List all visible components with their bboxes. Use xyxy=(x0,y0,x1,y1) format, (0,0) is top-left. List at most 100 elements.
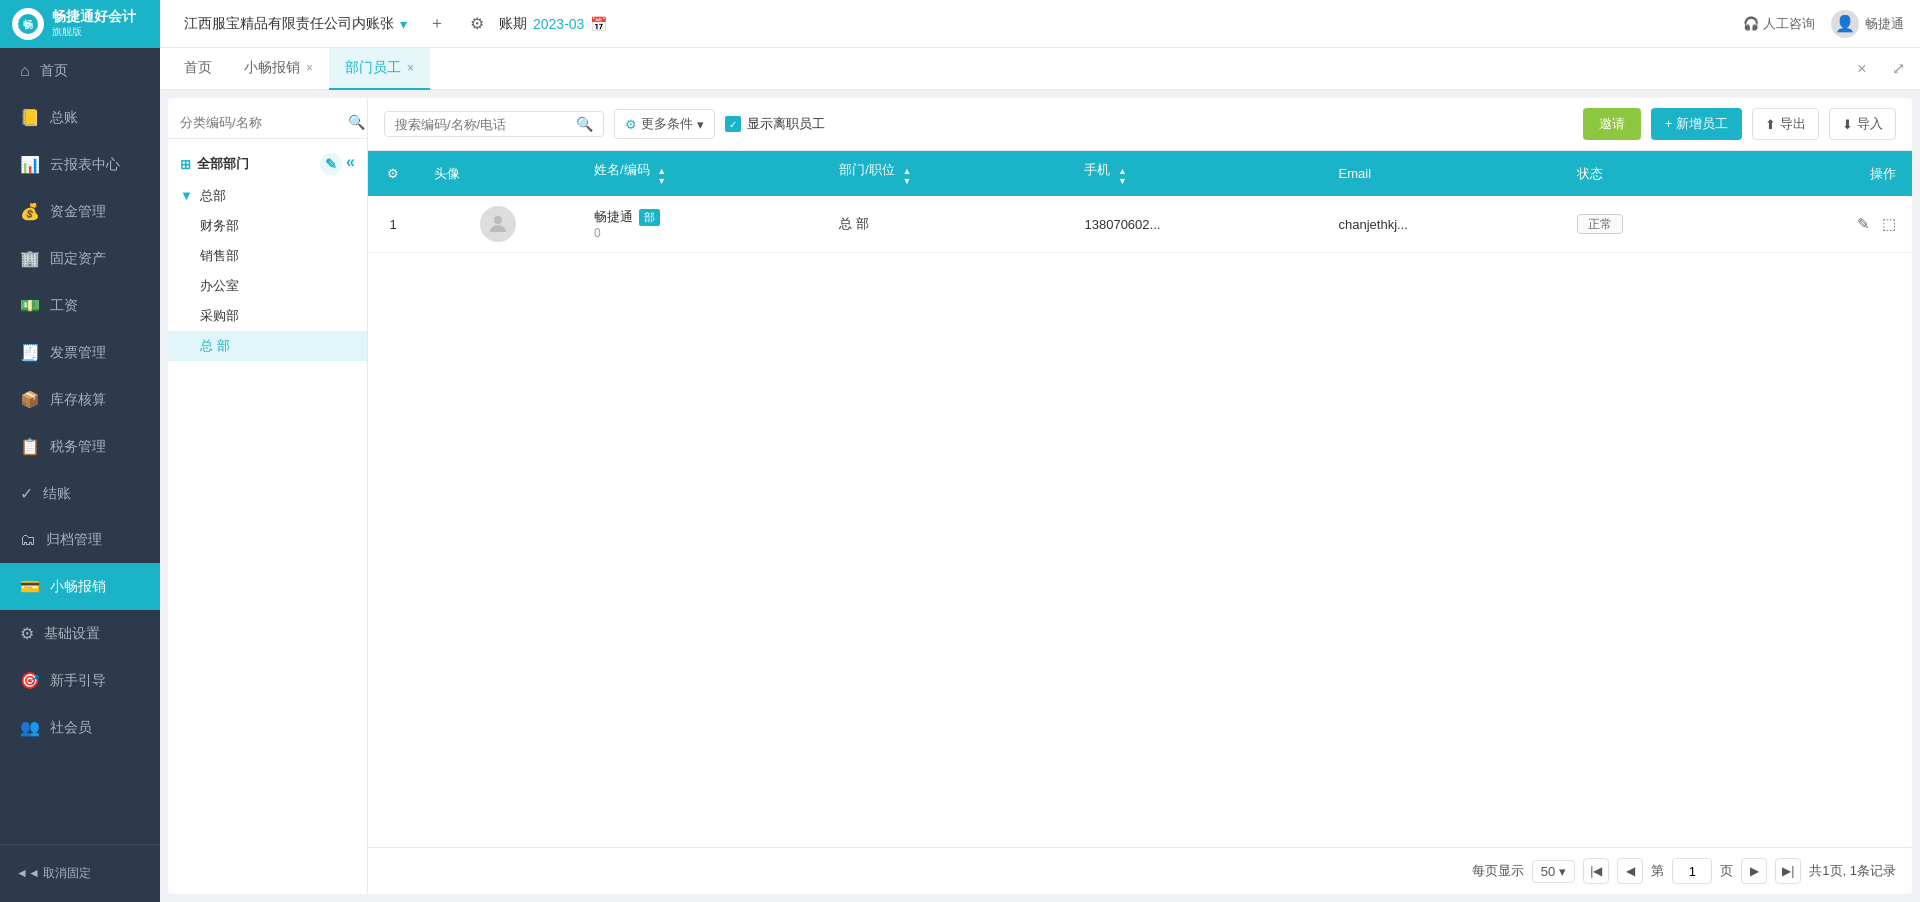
first-page-button[interactable]: |◀ xyxy=(1583,858,1609,884)
main-layout: ⌂ 首页 📒 总账 📊 云报表中心 💰 资金管理 🏢 固定资产 💵 工资 🧾 发… xyxy=(0,48,1920,902)
customer-service-button[interactable]: 🎧 人工咨询 xyxy=(1743,15,1815,33)
dept-type-badge: 部 xyxy=(639,209,660,226)
search-icon[interactable]: 🔍 xyxy=(576,116,593,132)
row-phone: 138070602... xyxy=(1068,196,1322,253)
sort-dept-icon: ▲▼ xyxy=(903,166,912,186)
export-button[interactable]: ⬆ 导出 xyxy=(1752,108,1819,140)
col-phone[interactable]: 手机 ▲▼ xyxy=(1068,151,1322,196)
tab-bar: 首页 小畅报销 × 部门员工 × × ⤢ xyxy=(160,48,1920,90)
name-badge: 畅捷通 部 xyxy=(594,208,807,226)
expand-arrow-icon: ▼ xyxy=(180,188,193,203)
invoice-icon: 🧾 xyxy=(20,343,40,362)
svg-text:畅: 畅 xyxy=(23,19,33,30)
content-area: 首页 小畅报销 × 部门员工 × × ⤢ 🔍 xyxy=(160,48,1920,902)
sidebar-item-guide[interactable]: 🎯 新手引导 xyxy=(0,657,160,704)
dept-node-sales[interactable]: 销售部 xyxy=(168,241,367,271)
period-info: 账期 2023-03 📅 xyxy=(499,15,607,33)
sort-name-icon: ▲▼ xyxy=(657,166,666,186)
page-label: 第 xyxy=(1651,862,1664,880)
settings-icon[interactable]: ⚙ xyxy=(463,10,491,38)
sidebar-item-ledger[interactable]: 📒 总账 xyxy=(0,94,160,141)
edit-dept-icon[interactable]: ✎ xyxy=(320,153,342,175)
expand-button[interactable]: ⤢ xyxy=(1884,55,1912,83)
logout-button[interactable]: ⬚ xyxy=(1882,215,1896,233)
search-box: 🔍 xyxy=(384,111,604,137)
dept-search-input[interactable] xyxy=(180,115,348,130)
dept-node-hq[interactable]: ▼ 总部 xyxy=(168,181,367,211)
tab-expense-close[interactable]: × xyxy=(306,61,313,75)
dept-node-general[interactable]: 总 部 xyxy=(168,331,367,361)
sidebar-item-social[interactable]: 👥 社会员 xyxy=(0,704,160,751)
unpin-button[interactable]: ◄◄ 取消固定 xyxy=(0,857,160,890)
sidebar-item-close[interactable]: ✓ 结账 xyxy=(0,470,160,517)
sidebar-label-social: 社会员 xyxy=(50,719,92,737)
dept-node-purchase[interactable]: 采购部 xyxy=(168,301,367,331)
show-resigned-checkbox[interactable]: ✓ xyxy=(725,116,741,132)
expense-icon: 💳 xyxy=(20,577,40,596)
add-button[interactable]: ＋ xyxy=(423,10,451,38)
dept-search-icon[interactable]: 🔍 xyxy=(348,114,365,130)
tab-expense[interactable]: 小畅报销 × xyxy=(228,48,329,90)
dept-node-finance[interactable]: 财务部 xyxy=(168,211,367,241)
col-dept-pos[interactable]: 部门/职位 ▲▼ xyxy=(823,151,1068,196)
sidebar-item-archive[interactable]: 🗂 归档管理 xyxy=(0,517,160,563)
col-name-code[interactable]: 姓名/编码 ▲▼ xyxy=(578,151,823,196)
sidebar-label-funds: 资金管理 xyxy=(50,203,106,221)
sidebar-label-inventory: 库存核算 xyxy=(50,391,106,409)
tab-home[interactable]: 首页 xyxy=(168,48,228,90)
employees-table: ⚙ 头像 姓名/编码 ▲▼ 部门/职位 xyxy=(368,151,1912,253)
edit-button[interactable]: ✎ xyxy=(1857,215,1870,233)
emp-table: ⚙ 头像 姓名/编码 ▲▼ 部门/职位 xyxy=(368,151,1912,847)
header-actions: ＋ ⚙ xyxy=(423,10,491,38)
sidebar-item-assets[interactable]: 🏢 固定资产 xyxy=(0,235,160,282)
prev-page-button[interactable]: ◀ xyxy=(1617,858,1643,884)
filter-button[interactable]: ⚙ 更多条件 ▾ xyxy=(614,109,715,139)
action-buttons: ✎ ⬚ xyxy=(1761,215,1896,233)
sidebar-label-close: 结账 xyxy=(43,485,71,503)
search-input[interactable] xyxy=(395,117,570,132)
per-page-select[interactable]: 50 ▾ xyxy=(1532,860,1575,883)
calendar-icon[interactable]: 📅 xyxy=(590,16,607,32)
tab-dept-employee[interactable]: 部门员工 × xyxy=(329,48,430,90)
payroll-icon: 💵 xyxy=(20,296,40,315)
sidebar-item-reports[interactable]: 📊 云报表中心 xyxy=(0,141,160,188)
col-action: 操作 xyxy=(1745,151,1912,196)
tab-dept-employee-close[interactable]: × xyxy=(407,61,414,75)
dept-node-office[interactable]: 办公室 xyxy=(168,271,367,301)
sidebar-item-payroll[interactable]: 💵 工资 xyxy=(0,282,160,329)
import-button[interactable]: ⬇ 导入 xyxy=(1829,108,1896,140)
last-page-button[interactable]: ▶| xyxy=(1775,858,1801,884)
invite-button[interactable]: 邀请 xyxy=(1583,108,1641,140)
col-settings[interactable]: ⚙ xyxy=(368,151,418,196)
chevron-down-icon: ▾ xyxy=(400,16,407,32)
close-period-icon: ✓ xyxy=(20,484,33,503)
sidebar-item-funds[interactable]: 💰 资金管理 xyxy=(0,188,160,235)
user-info[interactable]: 👤 畅捷通 xyxy=(1831,10,1904,38)
next-page-button[interactable]: ▶ xyxy=(1741,858,1767,884)
dept-tree-header: ⊞ 全部部门 ✎ « xyxy=(168,147,367,181)
add-employee-button[interactable]: + 新增员工 xyxy=(1651,108,1742,140)
sidebar-item-basic[interactable]: ⚙ 基础设置 xyxy=(0,610,160,657)
dept-tree-actions: ✎ « xyxy=(320,153,355,175)
close-tab-button[interactable]: × xyxy=(1848,55,1876,83)
sidebar-label-ledger: 总账 xyxy=(50,109,78,127)
filter-arrow-icon: ▾ xyxy=(697,117,704,132)
page-number-input[interactable] xyxy=(1672,858,1712,884)
show-resigned-toggle[interactable]: ✓ 显示离职员工 xyxy=(725,115,825,133)
top-header: 畅 畅捷通好会计 旗舰版 江西服宝精品有限责任公司内账张 ▾ ＋ ⚙ 账期 20… xyxy=(0,0,1920,48)
col-status: 状态 xyxy=(1561,151,1745,196)
collapse-icon[interactable]: « xyxy=(346,153,355,175)
show-resigned-label: 显示离职员工 xyxy=(747,115,825,133)
sidebar-label-home: 首页 xyxy=(40,62,68,80)
sidebar-item-expense[interactable]: 💳 小畅报销 xyxy=(0,563,160,610)
sidebar-item-tax[interactable]: 📋 税务管理 xyxy=(0,423,160,470)
sidebar-bottom: ◄◄ 取消固定 xyxy=(0,844,160,902)
logo-sub: 旗舰版 xyxy=(52,25,136,39)
sidebar-item-invoice[interactable]: 🧾 发票管理 xyxy=(0,329,160,376)
export-label: 导出 xyxy=(1780,115,1806,133)
sidebar-item-home[interactable]: ⌂ 首页 xyxy=(0,48,160,94)
sidebar-item-inventory[interactable]: 📦 库存核算 xyxy=(0,376,160,423)
sidebar-label-payroll: 工资 xyxy=(50,297,78,315)
toolbar-right: 邀请 + 新增员工 ⬆ 导出 ⬇ 导入 xyxy=(1583,108,1896,140)
company-selector[interactable]: 江西服宝精品有限责任公司内账张 ▾ xyxy=(184,15,407,33)
